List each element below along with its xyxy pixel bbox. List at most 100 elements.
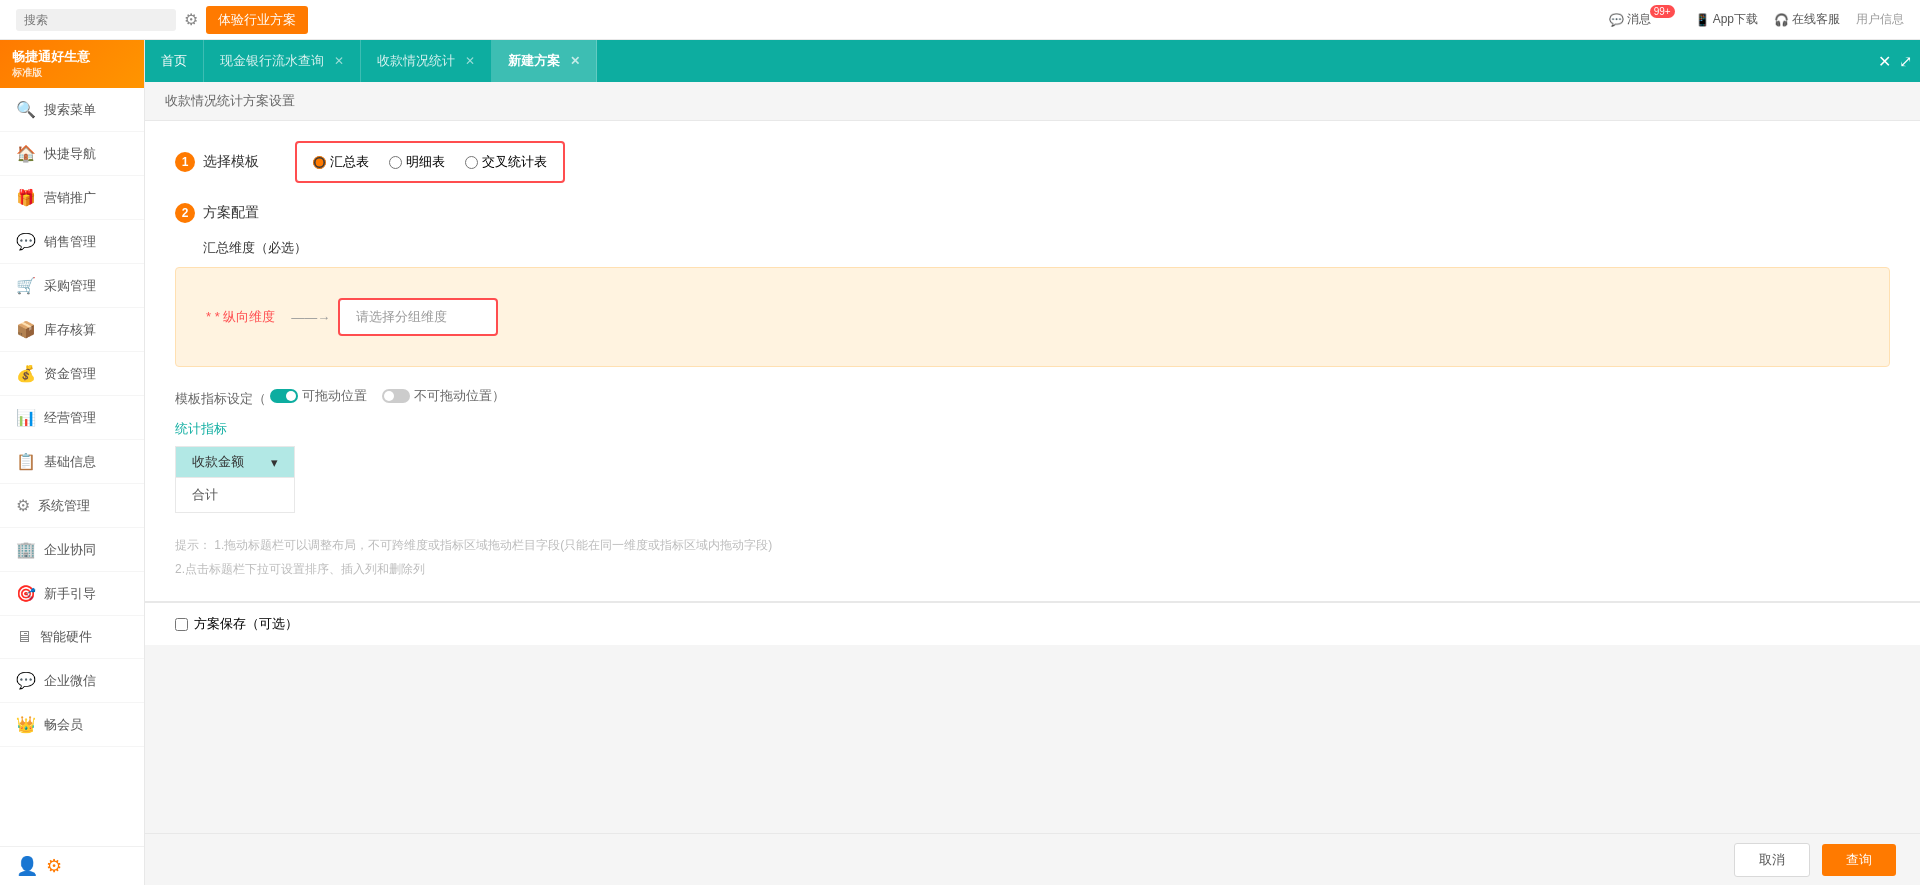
- select-dim-box[interactable]: 请选择分组维度: [338, 298, 498, 336]
- user-info: 用户信息: [1856, 11, 1904, 28]
- logo-name: 畅捷通好生意: [12, 48, 90, 66]
- download-icon: 📱: [1695, 13, 1710, 27]
- unmovable-toggle: 不可拖动位置）: [382, 387, 505, 405]
- search-menu-icon: 🔍: [16, 100, 36, 119]
- section2-title: 方案配置: [203, 204, 259, 222]
- sidebar-item-marketing[interactable]: 🎁 营销推广: [0, 176, 144, 220]
- dimension-label: 汇总维度（必选）: [203, 239, 1890, 257]
- sidebar-item-system[interactable]: ⚙ 系统管理: [0, 484, 144, 528]
- radio-summary[interactable]: 汇总表: [313, 153, 369, 171]
- radio-detail[interactable]: 明细表: [389, 153, 445, 171]
- sidebar-item-quick-nav[interactable]: 🏠 快捷导航: [0, 132, 144, 176]
- marketing-icon: 🎁: [16, 188, 36, 207]
- sidebar-item-label: 经营管理: [44, 409, 96, 427]
- sidebar-item-label: 系统管理: [38, 497, 90, 515]
- operations-icon: 📊: [16, 408, 36, 427]
- hint-text-1: 提示： 1.拖动标题栏可以调整布局，不可跨维度或指标区域拖动栏目字段(只能在同一…: [175, 533, 1890, 557]
- stats-area: 统计指标 收款金额 ▾ 合计: [175, 420, 1890, 513]
- sidebar-logo: 畅捷通好生意 标准版: [0, 40, 144, 88]
- stats-table-header[interactable]: 收款金额 ▾: [176, 447, 294, 477]
- form-container: 1 选择模板 汇总表 明细表 交叉统计表: [145, 121, 1920, 601]
- sidebar-item-search-menu[interactable]: 🔍 搜索菜单: [0, 88, 144, 132]
- section2-num: 2: [175, 203, 195, 223]
- sidebar-item-basic-info[interactable]: 📋 基础信息: [0, 440, 144, 484]
- movable-label: 可拖动位置: [302, 387, 367, 405]
- radio-detail-input[interactable]: [389, 156, 402, 169]
- section1-num: 1: [175, 152, 195, 172]
- sidebar-expand-icon[interactable]: 👤: [16, 855, 38, 877]
- save-checkbox[interactable]: [175, 618, 188, 631]
- section2: 2 方案配置 汇总维度（必选） * * 纵向维度 请选择分组维度: [175, 203, 1890, 581]
- tab-bar-actions: ✕ ⤢: [1870, 40, 1920, 82]
- sidebar-item-label: 快捷导航: [44, 145, 96, 163]
- page-content: 收款情况统计方案设置 1 选择模板 汇总表 明细表: [145, 82, 1920, 833]
- tab-new-plan-label: 新建方案: [508, 52, 560, 70]
- radio-summary-input[interactable]: [313, 156, 326, 169]
- stats-dropdown-icon[interactable]: ▾: [271, 455, 278, 470]
- sidebar-item-guide[interactable]: 🎯 新手引导: [0, 572, 144, 616]
- sidebar-item-label: 智能硬件: [40, 628, 92, 646]
- radio-cross[interactable]: 交叉统计表: [465, 153, 547, 171]
- sidebar-item-operations[interactable]: 📊 经营管理: [0, 396, 144, 440]
- sidebar-item-label: 搜索菜单: [44, 101, 96, 119]
- tab-new-plan-close[interactable]: ✕: [570, 54, 580, 68]
- header-left: ⚙ 体验行业方案: [16, 6, 308, 34]
- trial-button[interactable]: 体验行业方案: [206, 6, 308, 34]
- tab-bank-flow-label: 现金银行流水查询: [220, 52, 324, 70]
- hardware-icon: 🖥: [16, 628, 32, 646]
- template-selection-box: 汇总表 明细表 交叉统计表: [295, 141, 565, 183]
- tab-receipt-stats-close[interactable]: ✕: [465, 54, 475, 68]
- sidebar-item-label: 采购管理: [44, 277, 96, 295]
- stats-header-label: 收款金额: [192, 453, 244, 471]
- header-right: 💬 消息 99+ 📱 App下载 🎧 在线客服 用户信息: [1609, 11, 1904, 28]
- download-item[interactable]: 📱 App下载: [1695, 11, 1758, 28]
- header-settings-icon[interactable]: ⚙: [184, 10, 198, 29]
- sidebar-item-label: 基础信息: [44, 453, 96, 471]
- cancel-button[interactable]: 取消: [1734, 843, 1810, 877]
- enterprise-icon: 🏢: [16, 540, 36, 559]
- tab-bar-close-icon[interactable]: ✕: [1878, 52, 1891, 71]
- radio-cross-input[interactable]: [465, 156, 478, 169]
- tab-home[interactable]: 首页: [145, 40, 204, 82]
- tab-bar-expand-icon[interactable]: ⤢: [1899, 52, 1912, 71]
- member-icon: 👑: [16, 715, 36, 734]
- save-option: 方案保存（可选）: [145, 602, 1920, 645]
- download-label: App下载: [1713, 11, 1758, 28]
- service-item[interactable]: 🎧 在线客服: [1774, 11, 1840, 28]
- bottom-action-bar: 取消 查询: [145, 833, 1920, 885]
- unmovable-label: 不可拖动位置）: [414, 387, 505, 405]
- sidebar-item-enterprise[interactable]: 🏢 企业协同: [0, 528, 144, 572]
- sidebar-settings-icon[interactable]: ⚙: [46, 855, 62, 877]
- page-title-bar: 收款情况统计方案设置: [145, 82, 1920, 121]
- hint-section: 提示： 1.拖动标题栏可以调整布局，不可跨维度或指标区域拖动栏目字段(只能在同一…: [175, 533, 1890, 581]
- sidebar-bottom: 👤 ⚙: [0, 846, 144, 885]
- sidebar-item-purchase[interactable]: 🛒 采购管理: [0, 264, 144, 308]
- message-item[interactable]: 💬 消息 99+: [1609, 11, 1679, 28]
- service-icon: 🎧: [1774, 13, 1789, 27]
- message-label: 消息: [1627, 11, 1651, 28]
- top-header: ⚙ 体验行业方案 💬 消息 99+ 📱 App下载 🎧 在线客服 用户信息: [0, 0, 1920, 40]
- tab-new-plan[interactable]: 新建方案 ✕: [492, 40, 597, 82]
- sidebar-item-funds[interactable]: 💰 资金管理: [0, 352, 144, 396]
- save-option-label: 方案保存（可选）: [194, 615, 298, 633]
- unmovable-toggle-off[interactable]: [382, 389, 410, 403]
- sidebar-item-label: 企业微信: [44, 672, 96, 690]
- hint-text-2: 2.点击标题栏下拉可设置排序、插入列和删除列: [175, 557, 1890, 581]
- tab-receipt-stats[interactable]: 收款情况统计 ✕: [361, 40, 492, 82]
- tab-bank-flow[interactable]: 现金银行流水查询 ✕: [204, 40, 361, 82]
- section1-title: 选择模板: [203, 153, 259, 171]
- sidebar-item-hardware[interactable]: 🖥 智能硬件: [0, 616, 144, 659]
- radio-cross-label: 交叉统计表: [482, 153, 547, 171]
- sidebar-item-sales[interactable]: 💬 销售管理: [0, 220, 144, 264]
- tab-receipt-stats-label: 收款情况统计: [377, 52, 455, 70]
- query-button[interactable]: 查询: [1822, 844, 1896, 876]
- header-search-input[interactable]: [16, 9, 176, 31]
- sidebar-item-member[interactable]: 👑 畅会员: [0, 703, 144, 747]
- sidebar-item-wechat[interactable]: 💬 企业微信: [0, 659, 144, 703]
- quick-nav-icon: 🏠: [16, 144, 36, 163]
- stats-table: 收款金额 ▾ 合计: [175, 446, 295, 513]
- sidebar-item-inventory[interactable]: 📦 库存核算: [0, 308, 144, 352]
- tab-bank-flow-close[interactable]: ✕: [334, 54, 344, 68]
- section2-header: 2 方案配置: [175, 203, 1890, 223]
- movable-toggle-on[interactable]: [270, 389, 298, 403]
